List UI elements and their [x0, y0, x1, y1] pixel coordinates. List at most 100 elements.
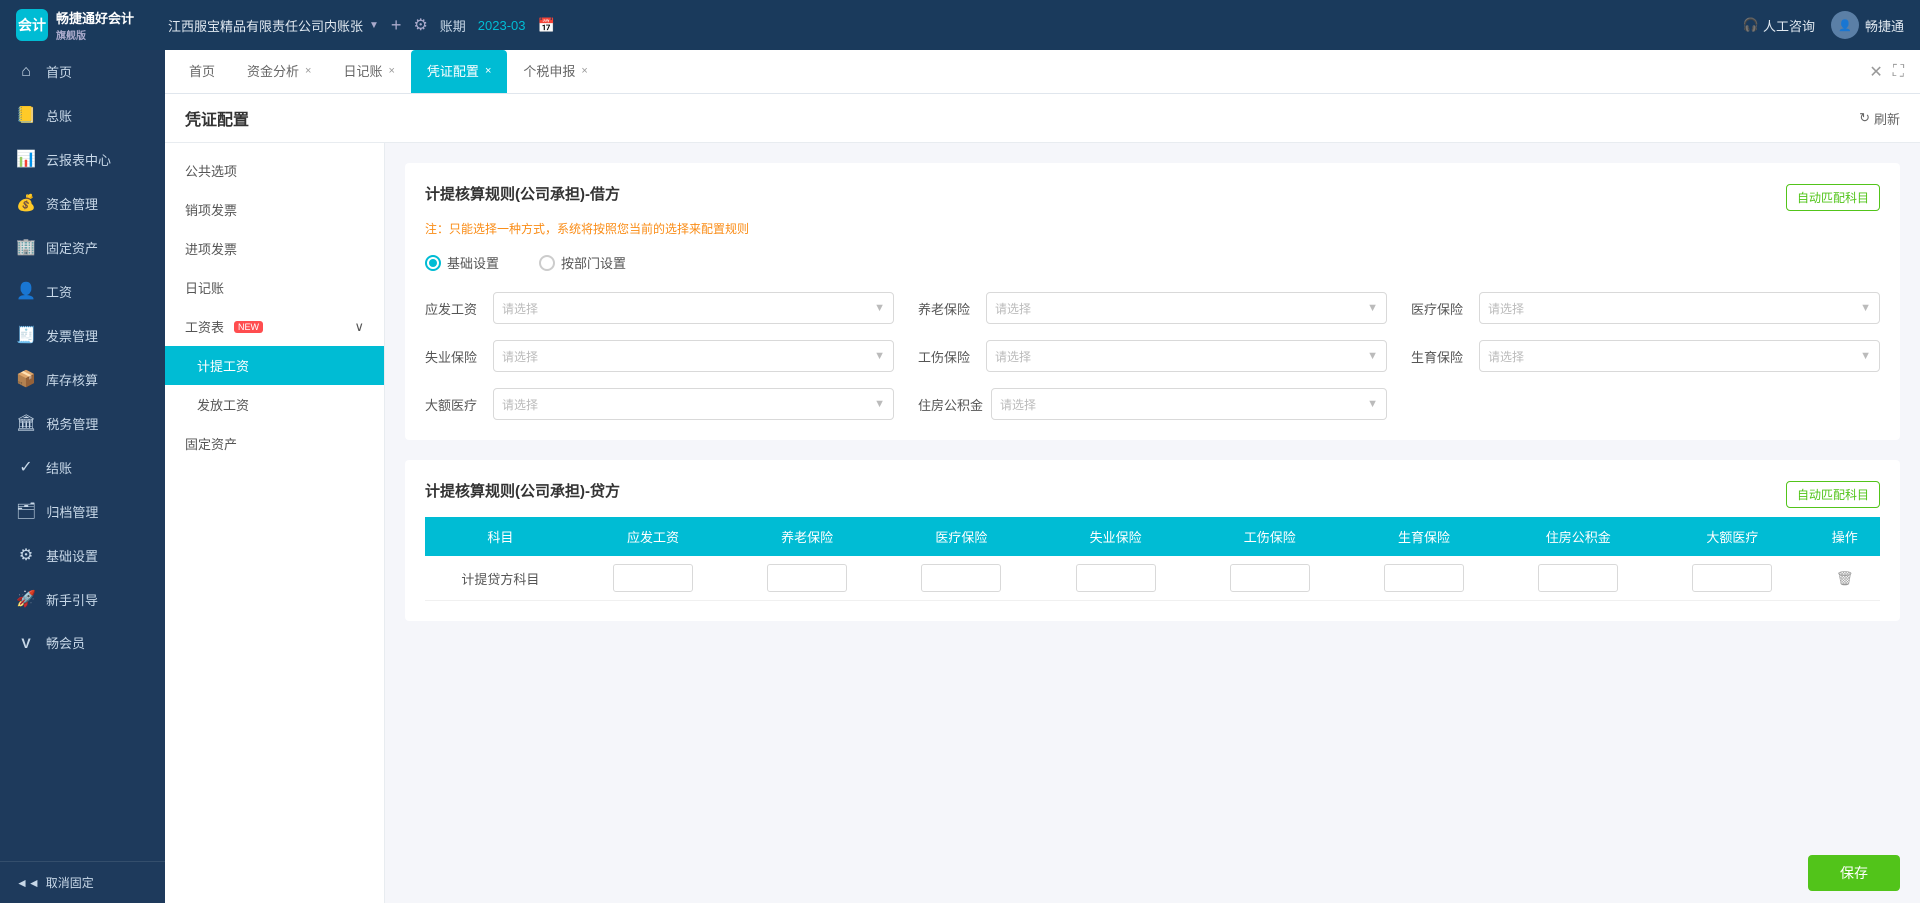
input-large-medical[interactable]	[1692, 564, 1772, 592]
radio-dept[interactable]: 按部门设置	[539, 253, 626, 272]
tab-journal-close[interactable]: ×	[388, 65, 394, 77]
fixed-assets-icon: 🏢	[16, 237, 36, 257]
select-medical[interactable]: 请选择 ▼	[1479, 292, 1880, 324]
radio-dept-label: 按部门设置	[561, 253, 626, 272]
input-pension[interactable]	[767, 564, 847, 592]
input-work-injury[interactable]	[1230, 564, 1310, 592]
credit-table-wrapper: 科目 应发工资 养老保险 医疗保险 失业保险 工伤保险 生育保险 住房公积金 大	[425, 517, 1880, 601]
leftnav-fixed-assets[interactable]: 固定资产	[165, 424, 384, 463]
sidebar-item-fixed-assets[interactable]: 🏢 固定资产	[0, 225, 165, 269]
select-pension[interactable]: 请选择 ▼	[986, 292, 1387, 324]
ledger-icon: 📒	[16, 105, 36, 125]
refresh-button[interactable]: ↻ 刷新	[1859, 109, 1900, 128]
leftnav-salary-provision[interactable]: 计提工资	[165, 346, 384, 385]
credit-table-header: 科目 应发工资 养老保险 医疗保险 失业保险 工伤保险 生育保险 住房公积金 大	[425, 517, 1880, 556]
top-bar: 会计 畅捷通好会计 旗舰版 江西服宝精品有限责任公司内账张 ▼ + ⚙ 账期 2…	[0, 0, 1920, 50]
invoice-icon: 🧾	[16, 325, 36, 345]
tab-voucher-config[interactable]: 凭证配置 ×	[411, 50, 507, 93]
refresh-label: 刷新	[1874, 109, 1900, 128]
field-maternity: 生育保险 请选择 ▼	[1411, 340, 1880, 372]
select-work-injury[interactable]: 请选择 ▼	[986, 340, 1387, 372]
input-unemployment[interactable]	[1076, 564, 1156, 592]
td-housing-fund	[1501, 556, 1655, 601]
archive-icon: 🗂	[16, 501, 36, 521]
sidebar-item-vip[interactable]: V 畅会员	[0, 621, 165, 664]
period-value[interactable]: 2023-03	[478, 18, 526, 33]
gear-icon[interactable]: ⚙	[413, 15, 427, 35]
sidebar-item-inventory[interactable]: 📦 库存核算	[0, 357, 165, 401]
field-pension: 养老保险 请选择 ▼	[918, 292, 1387, 324]
tab-close-window-icon[interactable]: ✕	[1869, 62, 1882, 82]
sidebar-item-ledger[interactable]: 📒 总账	[0, 93, 165, 137]
input-salary[interactable]	[613, 564, 693, 592]
col-work-injury: 工伤保险	[1193, 517, 1347, 556]
leftnav-journal[interactable]: 日记账	[165, 268, 384, 307]
radio-basic[interactable]: 基础设置	[425, 253, 499, 272]
input-housing-fund[interactable]	[1538, 564, 1618, 592]
sidebar-item-salary[interactable]: 👤 工资	[0, 269, 165, 313]
tab-expand-icon[interactable]: ⛶	[1893, 63, 1904, 81]
calendar-icon[interactable]: 📅	[538, 17, 555, 34]
sidebar-label-salary: 工资	[46, 282, 72, 301]
leftnav-public[interactable]: 公共选项	[165, 151, 384, 190]
fund-icon: 💰	[16, 193, 36, 213]
headset-icon: 🎧	[1743, 17, 1759, 33]
tab-fund[interactable]: 资金分析 ×	[231, 50, 327, 93]
tab-tax-close[interactable]: ×	[581, 65, 587, 77]
sidebar-item-invoice[interactable]: 🧾 发票管理	[0, 313, 165, 357]
col-subject: 科目	[425, 517, 576, 556]
delete-icon[interactable]: 🗑	[1836, 570, 1854, 586]
sidebar-item-guide[interactable]: 🚀 新手引导	[0, 577, 165, 621]
tab-fund-close[interactable]: ×	[305, 65, 311, 77]
select-arrow-pension: ▼	[1367, 302, 1378, 314]
select-large-medical[interactable]: 请选择 ▼	[493, 388, 894, 420]
service-button[interactable]: 🎧 人工咨询	[1743, 16, 1815, 35]
credit-section-header: 计提核算规则(公司承担)-贷方 自动匹配科目	[425, 480, 1880, 509]
cancel-fixed-button[interactable]: ◄◄ 取消固定	[0, 861, 165, 903]
col-salary: 应发工资	[576, 517, 730, 556]
input-maternity[interactable]	[1384, 564, 1464, 592]
leftnav-sale-invoice[interactable]: 销项发票	[165, 190, 384, 229]
sidebar-item-tax[interactable]: 🏛 税务管理	[0, 401, 165, 445]
sidebar-item-home[interactable]: ⌂ 首页	[0, 50, 165, 93]
debit-auto-match-button[interactable]: 自动匹配科目	[1786, 184, 1880, 211]
vip-icon: V	[16, 635, 36, 651]
select-arrow-housing-fund: ▼	[1367, 398, 1378, 410]
leftnav-salary-payment[interactable]: 发放工资	[165, 385, 384, 424]
select-salary-payable[interactable]: 请选择 ▼	[493, 292, 894, 324]
select-unemployment[interactable]: 请选择 ▼	[493, 340, 894, 372]
td-work-injury	[1193, 556, 1347, 601]
sidebar-item-fund[interactable]: 💰 资金管理	[0, 181, 165, 225]
tax-icon: 🏛	[16, 413, 36, 433]
save-button[interactable]: 保存	[1808, 855, 1900, 891]
avatar: 👤	[1831, 11, 1859, 39]
user-area[interactable]: 👤 畅捷通	[1831, 11, 1904, 39]
sidebar-item-basic-settings[interactable]: ⚙ 基础设置	[0, 533, 165, 577]
select-maternity[interactable]: 请选择 ▼	[1479, 340, 1880, 372]
company-selector[interactable]: 江西服宝精品有限责任公司内账张 ▼	[168, 16, 379, 35]
sidebar-label-fund: 资金管理	[46, 194, 98, 213]
sidebar-label-basic-settings: 基础设置	[46, 546, 98, 565]
tab-home[interactable]: 首页	[173, 50, 231, 93]
label-pension: 养老保险	[918, 299, 978, 318]
label-maternity: 生育保险	[1411, 347, 1471, 366]
tab-tax[interactable]: 个税申报 ×	[507, 50, 603, 93]
td-large-medical	[1655, 556, 1809, 601]
debit-section-title: 计提核算规则(公司承担)-借方	[425, 183, 620, 204]
sidebar-item-archive[interactable]: 🗂 归档管理	[0, 489, 165, 533]
tab-journal[interactable]: 日记账 ×	[327, 50, 410, 93]
sidebar-item-checkout[interactable]: ✓ 结账	[0, 445, 165, 489]
sidebar-label-cloud-report: 云报表中心	[46, 150, 111, 169]
td-subject-label: 计提贷方科目	[425, 556, 576, 601]
cloud-report-icon: 📊	[16, 149, 36, 169]
add-button[interactable]: +	[391, 15, 402, 36]
tab-voucher-config-close[interactable]: ×	[485, 65, 491, 77]
leftnav-purchase-invoice[interactable]: 进项发票	[165, 229, 384, 268]
logo-icon: 会计	[16, 9, 48, 41]
label-unemployment: 失业保险	[425, 347, 485, 366]
select-housing-fund[interactable]: 请选择 ▼	[991, 388, 1387, 420]
credit-auto-match-button[interactable]: 自动匹配科目	[1786, 481, 1880, 508]
input-medical[interactable]	[921, 564, 1001, 592]
sidebar-item-cloud-report[interactable]: 📊 云报表中心	[0, 137, 165, 181]
leftnav-salary-table[interactable]: 工资表 NEW ∨	[165, 307, 384, 346]
